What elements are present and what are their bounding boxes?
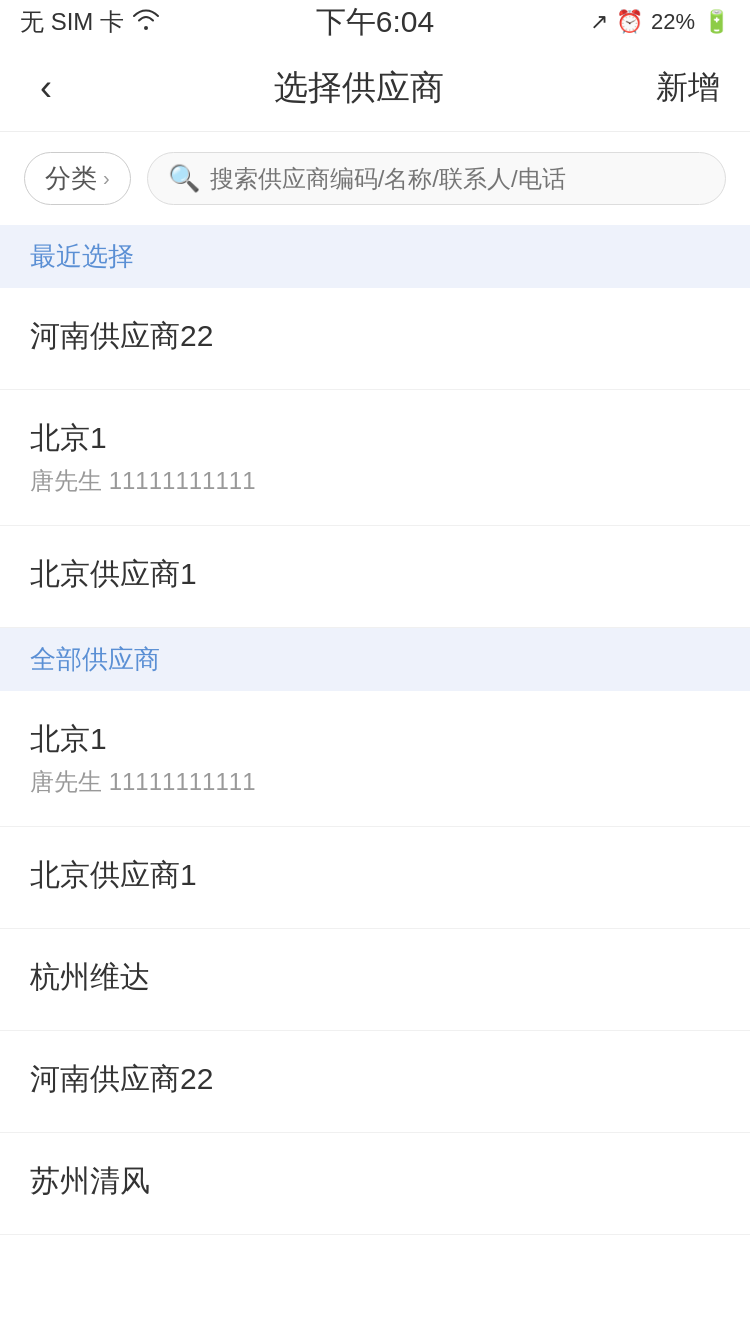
item-name: 河南供应商22	[30, 1059, 720, 1100]
status-bar: 无 SIM 卡 下午6:04 ↗ ⏰ 22% 🔋	[0, 0, 750, 44]
status-right: ↗ ⏰ 22% 🔋	[590, 9, 730, 35]
filter-bar: 分类 › 🔍	[0, 132, 750, 225]
item-sub: 唐先生 11111111111	[30, 766, 720, 798]
chevron-right-icon: ›	[103, 167, 110, 190]
item-name: 北京1	[30, 418, 720, 459]
list-item[interactable]: 北京供应商1	[0, 827, 750, 929]
list-item[interactable]: 杭州维达	[0, 929, 750, 1031]
list-item[interactable]: 河南供应商22	[0, 1031, 750, 1133]
list-item[interactable]: 北京供应商1	[0, 526, 750, 628]
category-filter[interactable]: 分类 ›	[24, 152, 131, 205]
search-input[interactable]	[210, 165, 705, 193]
recent-section-label: 最近选择	[30, 241, 134, 271]
list-item[interactable]: 北京1 唐先生 11111111111	[0, 691, 750, 827]
location-icon: ↗	[590, 9, 608, 35]
list-item[interactable]: 河南供应商22	[0, 288, 750, 390]
all-section-label: 全部供应商	[30, 644, 160, 674]
category-label: 分类	[45, 161, 97, 196]
nav-bar: ‹ 选择供应商 新增	[0, 44, 750, 132]
item-name: 苏州清风	[30, 1161, 720, 1202]
add-button[interactable]: 新增	[656, 66, 720, 110]
page-title: 选择供应商	[274, 65, 444, 111]
battery-icon: 🔋	[703, 9, 730, 35]
list-item[interactable]: 苏州清风	[0, 1133, 750, 1235]
item-name: 北京供应商1	[30, 855, 720, 896]
item-name: 杭州维达	[30, 957, 720, 998]
recent-section-header: 最近选择	[0, 225, 750, 288]
back-button[interactable]: ‹	[30, 57, 62, 119]
status-left: 无 SIM 卡	[20, 6, 160, 38]
recent-list: 河南供应商22 北京1 唐先生 11111111111 北京供应商1	[0, 288, 750, 628]
item-sub: 唐先生 11111111111	[30, 465, 720, 497]
battery-label: 22%	[651, 9, 695, 35]
status-time: 下午6:04	[316, 2, 434, 43]
list-item[interactable]: 北京1 唐先生 11111111111	[0, 390, 750, 526]
item-name: 北京供应商1	[30, 554, 720, 595]
search-icon: 🔍	[168, 163, 200, 194]
search-box[interactable]: 🔍	[147, 152, 726, 205]
no-sim-label: 无 SIM 卡	[20, 6, 124, 38]
wifi-icon	[132, 8, 160, 36]
item-name: 北京1	[30, 719, 720, 760]
all-section-header: 全部供应商	[0, 628, 750, 691]
all-list: 北京1 唐先生 11111111111 北京供应商1 杭州维达河南供应商22 苏州清风	[0, 691, 750, 1235]
item-name: 河南供应商22	[30, 316, 720, 357]
alarm-icon: ⏰	[616, 9, 643, 35]
